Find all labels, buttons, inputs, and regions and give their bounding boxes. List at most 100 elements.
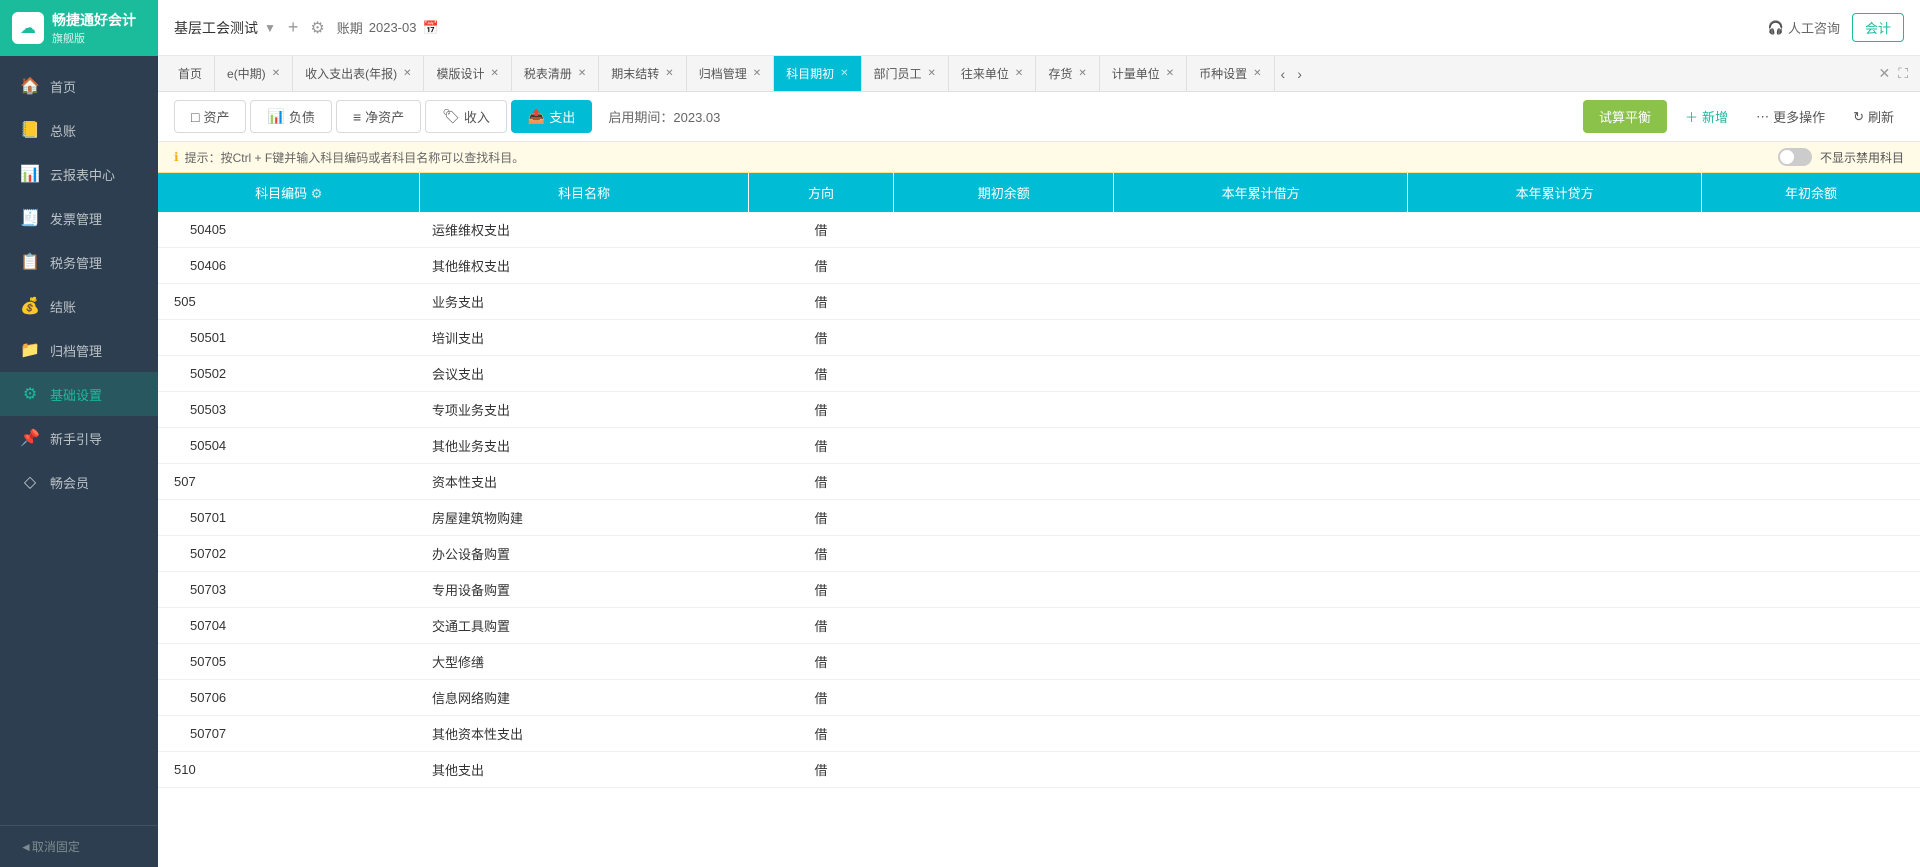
tab-period-end[interactable]: 期末结转 ✕ <box>599 56 686 91</box>
table-row[interactable]: 50704 交通工具购置 借 <box>158 608 1920 644</box>
sidebar-item-guide[interactable]: 📌 新手引导 <box>0 416 158 460</box>
cell-name: 专项业务支出 <box>420 392 748 428</box>
table-row[interactable]: 50705 大型修缮 借 <box>158 644 1920 680</box>
tab-subject-init-close[interactable]: ✕ <box>840 68 848 79</box>
tab-unit-close[interactable]: ✕ <box>1166 68 1174 79</box>
topbar-settings-icon[interactable]: ⚙ <box>310 18 324 38</box>
sidebar-item-tax[interactable]: 📋 税务管理 <box>0 240 158 284</box>
balance-button[interactable]: 试算平衡 <box>1583 100 1667 133</box>
tab-income-close[interactable]: ✕ <box>403 68 411 79</box>
table-row[interactable]: 50701 房屋建筑物购建 借 <box>158 500 1920 536</box>
cell-year-debit <box>1114 356 1408 392</box>
tab-income[interactable]: 收入支出表(年报) ✕ <box>293 56 424 91</box>
cell-code: 50703 <box>158 572 420 608</box>
sub-tab-income[interactable]: 🏷 收入 <box>425 100 507 133</box>
tab-template[interactable]: 模版设计 ✕ <box>424 56 511 91</box>
sidebar-item-home[interactable]: 🏠 首页 <box>0 64 158 108</box>
cell-code: 50705 <box>158 644 420 680</box>
tab-tax-form[interactable]: 税表清册 ✕ <box>512 56 599 91</box>
tab-dept[interactable]: 部门员工 ✕ <box>862 56 949 91</box>
sub-tab-liability[interactable]: 📊 负债 <box>250 100 331 133</box>
sidebar-item-reports[interactable]: 📊 云报表中心 <box>0 152 158 196</box>
cell-year-balance <box>1702 212 1920 248</box>
sidebar-item-label: 发票管理 <box>50 209 102 228</box>
table-row[interactable]: 50406 其他维权支出 借 <box>158 248 1920 284</box>
tab-trial-close[interactable]: ✕ <box>272 68 280 79</box>
tab-archive-label: 归档管理 <box>699 65 747 82</box>
tab-partner[interactable]: 往来单位 ✕ <box>949 56 1036 91</box>
sidebar-unpin[interactable]: ◄取消固定 <box>0 825 158 867</box>
tab-currency-close[interactable]: ✕ <box>1253 68 1261 79</box>
table-row[interactable]: 50503 专项业务支出 借 <box>158 392 1920 428</box>
guide-icon: 📌 <box>20 428 40 448</box>
table-row[interactable]: 50707 其他资本性支出 借 <box>158 716 1920 752</box>
cell-period-balance <box>894 392 1114 428</box>
sidebar-item-member[interactable]: ◇ 畅会员 <box>0 460 158 504</box>
table-row[interactable]: 50405 运维维权支出 借 <box>158 212 1920 248</box>
tabs-maximize-button[interactable]: ⛶ <box>1894 65 1912 82</box>
sidebar-item-settings[interactable]: ⚙ 基础设置 <box>0 372 158 416</box>
table-row[interactable]: 50706 信息网络购建 借 <box>158 680 1920 716</box>
table-row[interactable]: 50502 会议支出 借 <box>158 356 1920 392</box>
tab-home-label: 首页 <box>178 65 202 82</box>
col-settings-icon[interactable]: ⚙ <box>311 186 323 201</box>
cell-direction: 借 <box>748 320 894 356</box>
more-button[interactable]: ⋯ 更多操作 <box>1746 101 1835 132</box>
unpin-label: ◄取消固定 <box>20 838 80 855</box>
tab-template-close[interactable]: ✕ <box>490 68 498 79</box>
tabs-prev-button[interactable]: ‹ <box>1275 66 1292 82</box>
cell-year-debit <box>1114 392 1408 428</box>
calendar-icon[interactable]: 📅 <box>422 20 438 36</box>
cell-code: 50406 <box>158 248 420 284</box>
table-row[interactable]: 50504 其他业务支出 借 <box>158 428 1920 464</box>
cell-year-credit <box>1408 284 1702 320</box>
add-org-button[interactable]: + <box>288 17 299 38</box>
tab-archive[interactable]: 归档管理 ✕ <box>687 56 774 91</box>
table-row[interactable]: 510 其他支出 借 <box>158 752 1920 788</box>
sidebar-item-invoice[interactable]: 🧾 发票管理 <box>0 196 158 240</box>
tab-unit[interactable]: 计量单位 ✕ <box>1100 56 1187 91</box>
tab-trial-label: е(中期) <box>227 65 266 82</box>
add-button[interactable]: ＋ 新增 <box>1675 101 1738 132</box>
tab-home[interactable]: 首页 <box>166 56 215 91</box>
table-row[interactable]: 50702 办公设备购置 借 <box>158 536 1920 572</box>
tabs-close-all-button[interactable]: ✕ <box>1874 65 1894 82</box>
tab-stock-close[interactable]: ✕ <box>1078 68 1086 79</box>
sub-tab-expense[interactable]: 📤 支出 <box>511 100 592 133</box>
sub-tab-net-asset[interactable]: ≡ 净资产 <box>336 100 421 133</box>
table-row[interactable]: 505 业务支出 借 <box>158 284 1920 320</box>
tab-tax-form-close[interactable]: ✕ <box>578 68 586 79</box>
sidebar-item-archive[interactable]: 📁 归档管理 <box>0 328 158 372</box>
cell-year-balance <box>1702 356 1920 392</box>
disabled-toggle[interactable] <box>1778 148 1812 166</box>
refresh-button[interactable]: ↻ 刷新 <box>1843 101 1904 132</box>
cell-year-credit <box>1408 644 1702 680</box>
cell-period-balance <box>894 680 1114 716</box>
help-button[interactable]: 🎧 人工咨询 <box>1768 18 1840 37</box>
table-row[interactable]: 507 资本性支出 借 <box>158 464 1920 500</box>
user-role-button[interactable]: 会计 <box>1852 13 1904 42</box>
table-row[interactable]: 50703 专用设备购置 借 <box>158 572 1920 608</box>
table-row[interactable]: 50501 培训支出 借 <box>158 320 1920 356</box>
tab-partner-close[interactable]: ✕ <box>1015 68 1023 79</box>
sub-tab-asset[interactable]: □ 资产 <box>174 100 246 133</box>
cell-direction: 借 <box>748 464 894 500</box>
tab-trial[interactable]: е(中期) ✕ <box>215 56 293 91</box>
sidebar-item-ledger[interactable]: 📒 总账 <box>0 108 158 152</box>
tabs-next-button[interactable]: › <box>1291 66 1308 82</box>
tab-archive-close[interactable]: ✕ <box>753 68 761 79</box>
cell-period-balance <box>894 716 1114 752</box>
sub-tabs-actions: 试算平衡 ＋ 新增 ⋯ 更多操作 ↻ 刷新 <box>1583 100 1904 133</box>
sidebar-item-label: 税务管理 <box>50 253 102 272</box>
org-selector[interactable]: 基层工会测试 ▼ <box>174 18 276 38</box>
tab-subject-init[interactable]: 科目期初 ✕ <box>774 56 861 91</box>
tab-currency[interactable]: 币种设置 ✕ <box>1187 56 1274 91</box>
tab-period-end-close[interactable]: ✕ <box>665 68 673 79</box>
cell-year-balance <box>1702 392 1920 428</box>
tab-dept-close[interactable]: ✕ <box>928 68 936 79</box>
tab-stock[interactable]: 存货 ✕ <box>1036 56 1099 91</box>
cell-code: 50707 <box>158 716 420 752</box>
sidebar-item-label: 新手引导 <box>50 429 102 448</box>
toggle-group: 不显示禁用科目 <box>1778 148 1904 166</box>
sidebar-item-settlement[interactable]: 💰 结账 <box>0 284 158 328</box>
